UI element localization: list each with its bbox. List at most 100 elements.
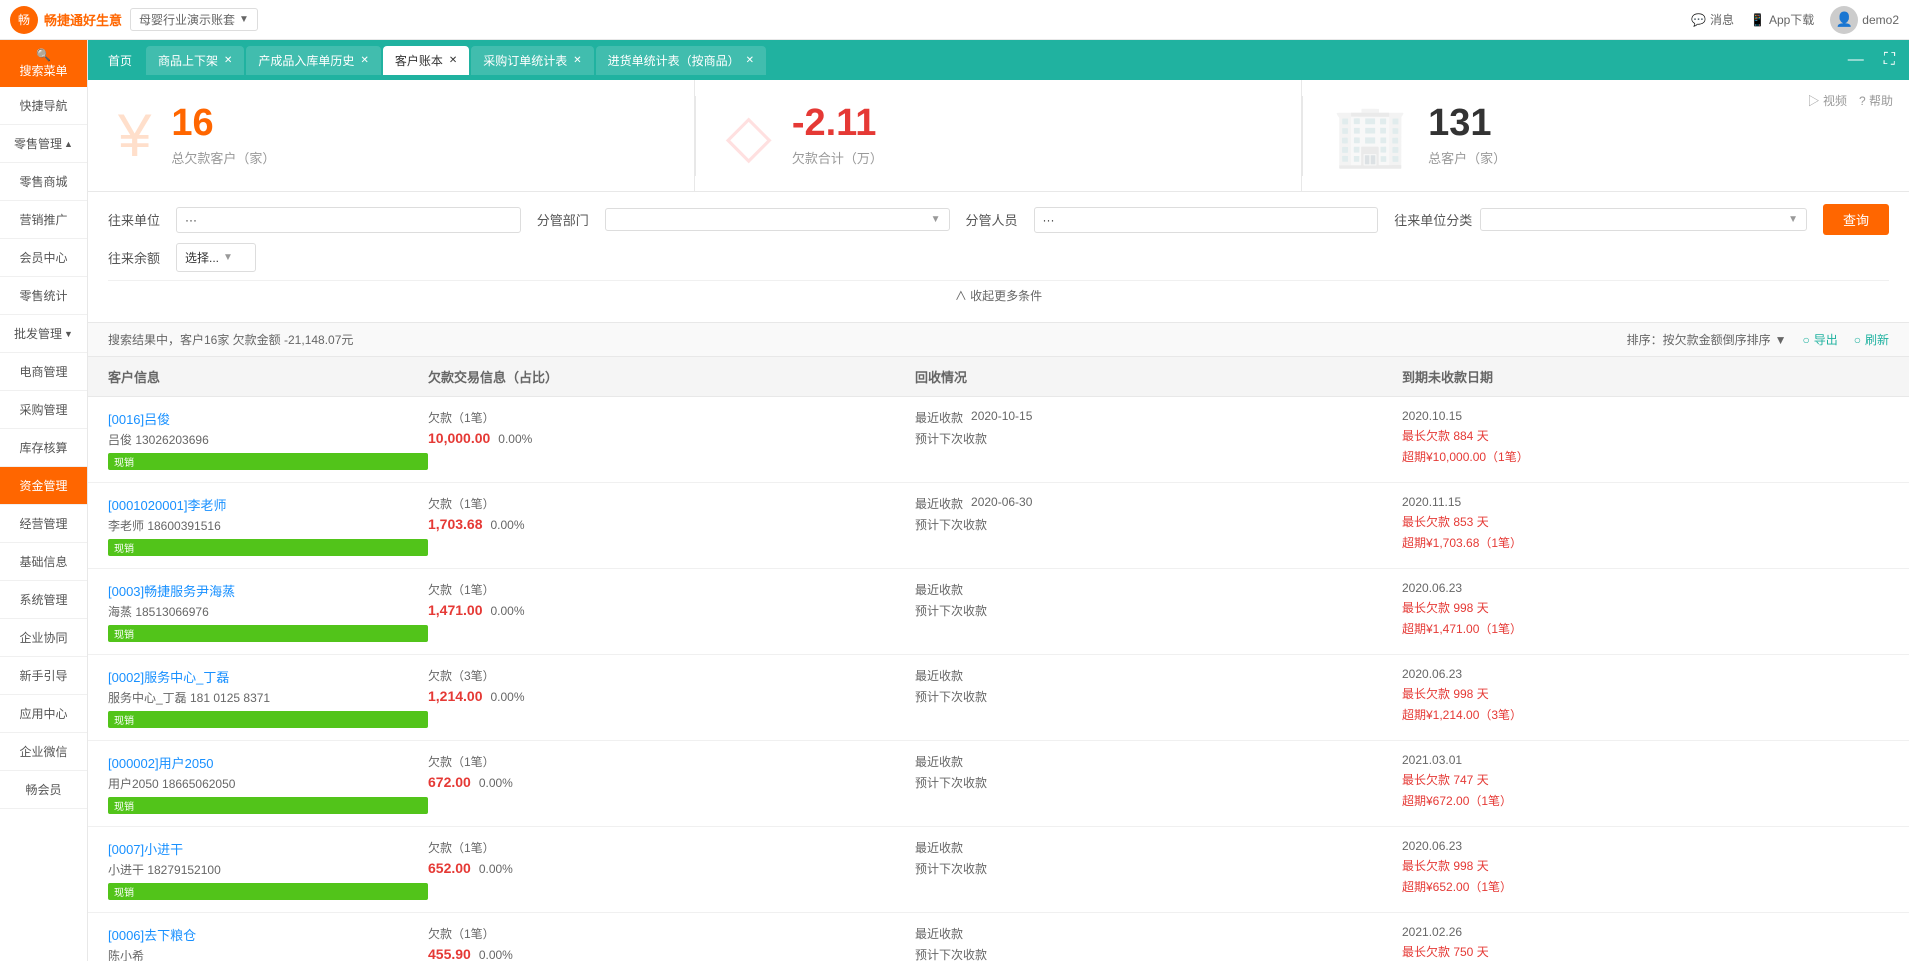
message-button[interactable]: 💬 消息 [1691,11,1734,28]
debt-cell-1: 欠款（1笔） 1,703.680.00% [428,495,915,532]
last-collection-label-2: 最近收款 [915,581,963,598]
sidebar-item-operations[interactable]: 经营管理 [0,505,87,543]
source-unit-input[interactable]: ··· [176,207,521,233]
recovery-cell-5: 最近收款 预计下次收款 [915,839,1402,877]
chevron-up-icon: ∧ [955,289,967,303]
customer-name-5[interactable]: [0007]小进干 [108,839,428,858]
customer-tag-2: 现销 [108,625,428,642]
overdue-amount-3[interactable]: 超期¥1,214.00（3笔） [1402,706,1889,723]
filter-collapse-label: 收起更多条件 [970,289,1042,303]
sidebar-item-search[interactable]: 🔍 搜索菜单 [0,40,87,87]
sidebar-item-retail-stats[interactable]: 零售统计 [0,277,87,315]
sidebar-item-retail-mgmt[interactable]: 零售管理 ▲ [0,125,87,163]
dept-arrow-icon: ▼ [931,214,941,225]
table-row: [0002]服务中心_丁磊 服务中心_丁磊 181 0125 8371 现销 欠… [88,655,1909,741]
filter-unit-category: 往来单位分类 ▼ [1394,208,1807,231]
sort-select[interactable]: 排序：按欠款金额倒序排序 ▼ [1627,331,1787,348]
recovery-cell-4: 最近收款 预计下次收款 [915,753,1402,791]
debt-cell-3: 欠款（3笔） 1,214.000.00% [428,667,915,704]
top-bar: 畅 畅捷通好生意 母婴行业演示账套 ▼ 💬 消息 📱 App下载 👤 demo [0,0,1909,40]
tab-goods-stats[interactable]: 进货单统计表（按商品） ✕ [596,46,766,75]
sidebar-item-apps[interactable]: 应用中心 [0,695,87,733]
stat-info-total: 131 总客户（家） [1428,104,1506,167]
customer-name-2[interactable]: [0003]畅捷服务尹海蒸 [108,581,428,600]
tab-purchase-order[interactable]: 采购订单统计表 ✕ [471,46,593,75]
debt-amount-5: 652.00 [428,860,471,876]
overdue-amount-4[interactable]: 超期¥672.00（1笔） [1402,792,1889,809]
sidebar-retail-mgmt-label: 零售管理 [14,135,62,152]
sidebar-item-collaboration[interactable]: 企业协同 [0,619,87,657]
sidebar-item-basic-info[interactable]: 基础信息 [0,543,87,581]
refresh-button[interactable]: 刷新 [1854,331,1889,348]
customer-name-0[interactable]: [0016]吕俊 [108,409,428,428]
tab-close-icon[interactable]: ✕ [224,55,232,66]
overdue-amount-5[interactable]: 超期¥652.00（1笔） [1402,878,1889,895]
recovery-cell-6: 最近收款 预计下次收款 [915,925,1402,961]
filter-collapse-button[interactable]: ∧ 收起更多条件 [108,280,1889,310]
sidebar-item-finance[interactable]: 资金管理 [0,467,87,505]
tab-maximize-button[interactable]: ⛶ [1878,49,1901,71]
recovery-cell-0: 最近收款2020-10-15 预计下次收款 [915,409,1402,447]
tab-close-icon2[interactable]: ✕ [360,55,368,66]
sidebar-item-ecommerce[interactable]: 电商管理 [0,353,87,391]
video-button[interactable]: ▷ 视频 [1808,92,1847,109]
customer-name-4[interactable]: [000002]用户2050 [108,753,428,772]
tab-inventory-history[interactable]: 产成品入库单历史 ✕ [246,46,380,75]
dept-select[interactable]: ▼ [605,208,950,231]
help-button[interactable]: ? 帮助 [1859,92,1893,109]
customer-phone-0: 吕俊 13026203696 [108,431,428,448]
debt-cell-0: 欠款（1笔） 10,000.000.00% [428,409,915,446]
customer-phone-5: 小进干 18279152100 [108,861,428,878]
sort-arrow-icon: ▼ [1775,333,1787,347]
customer-name-1[interactable]: [0001020001]李老师 [108,495,428,514]
source-unit-value: ··· [185,213,197,227]
unit-category-select[interactable]: ▼ [1480,208,1807,231]
stat-info-debt: 16 总欠款客户（家） [171,104,275,167]
person-input[interactable]: ··· [1034,207,1379,233]
export-button[interactable]: 导出 [1802,331,1837,348]
yuan-icon: ¥ [118,101,151,170]
last-collection-label-6: 最近收款 [915,925,963,942]
search-button[interactable]: 查询 [1823,204,1889,235]
last-collection-label-3: 最近收款 [915,667,963,684]
customer-tag-4: 现销 [108,797,428,814]
sidebar-item-membership[interactable]: 会员中心 [0,239,87,277]
tab-close-icon5[interactable]: ✕ [746,55,754,66]
customer-name-6[interactable]: [0006]去下粮仓 [108,925,428,944]
debt-amount-4: 672.00 [428,774,471,790]
balance-label: 往来余额 [108,248,168,267]
sidebar-item-retail-shop[interactable]: 零售商城 [0,163,87,201]
user-menu[interactable]: 👤 demo2 [1830,6,1899,34]
customer-tag-5: 现销 [108,883,428,900]
sidebar-item-member[interactable]: 畅会员 [0,771,87,809]
tab-minimize-button[interactable]: — [1842,49,1870,71]
sidebar-retail-shop-label: 零售商城 [19,175,67,189]
sidebar-item-quick-nav[interactable]: 快捷导航 [0,87,87,125]
brand-logo: 畅 畅捷通好生意 [10,6,122,34]
sidebar-system-label: 系统管理 [19,593,67,607]
sidebar-item-guide[interactable]: 新手引导 [0,657,87,695]
store-selector[interactable]: 母婴行业演示账套 ▼ [130,8,258,31]
sidebar-wholesale-label: 批发管理 [14,325,62,342]
overdue-days-2: 最长欠款 998 天 [1402,599,1889,616]
col-header-customer: 客户信息 [108,367,428,386]
tab-close-icon4[interactable]: ✕ [573,55,581,66]
customer-tag-0: 现销 [108,453,428,470]
overdue-amount-2[interactable]: 超期¥1,471.00（1笔） [1402,620,1889,637]
overdue-amount-0[interactable]: 超期¥10,000.00（1笔） [1402,448,1889,465]
sidebar-item-purchase[interactable]: 采购管理 [0,391,87,429]
col-header-recovery: 回收情况 [915,367,1402,386]
sidebar-item-wholesale-mgmt[interactable]: 批发管理 ▼ [0,315,87,353]
sidebar-item-marketing[interactable]: 营销推广 [0,201,87,239]
sidebar-item-wechat[interactable]: 企业微信 [0,733,87,771]
overdue-amount-1[interactable]: 超期¥1,703.68（1笔） [1402,534,1889,551]
tab-home[interactable]: 首页 [96,46,144,75]
customer-name-3[interactable]: [0002]服务中心_丁磊 [108,667,428,686]
tab-customer-account[interactable]: 客户账本 ✕ [383,46,469,75]
tab-product-listing[interactable]: 商品上下架 ✕ [146,46,244,75]
tab-close-icon3[interactable]: ✕ [449,55,457,66]
app-download-button[interactable]: 📱 App下载 [1750,11,1814,28]
sidebar-item-system[interactable]: 系统管理 [0,581,87,619]
sidebar-item-inventory[interactable]: 库存核算 [0,429,87,467]
balance-select[interactable]: 选择... ▼ [176,243,256,272]
